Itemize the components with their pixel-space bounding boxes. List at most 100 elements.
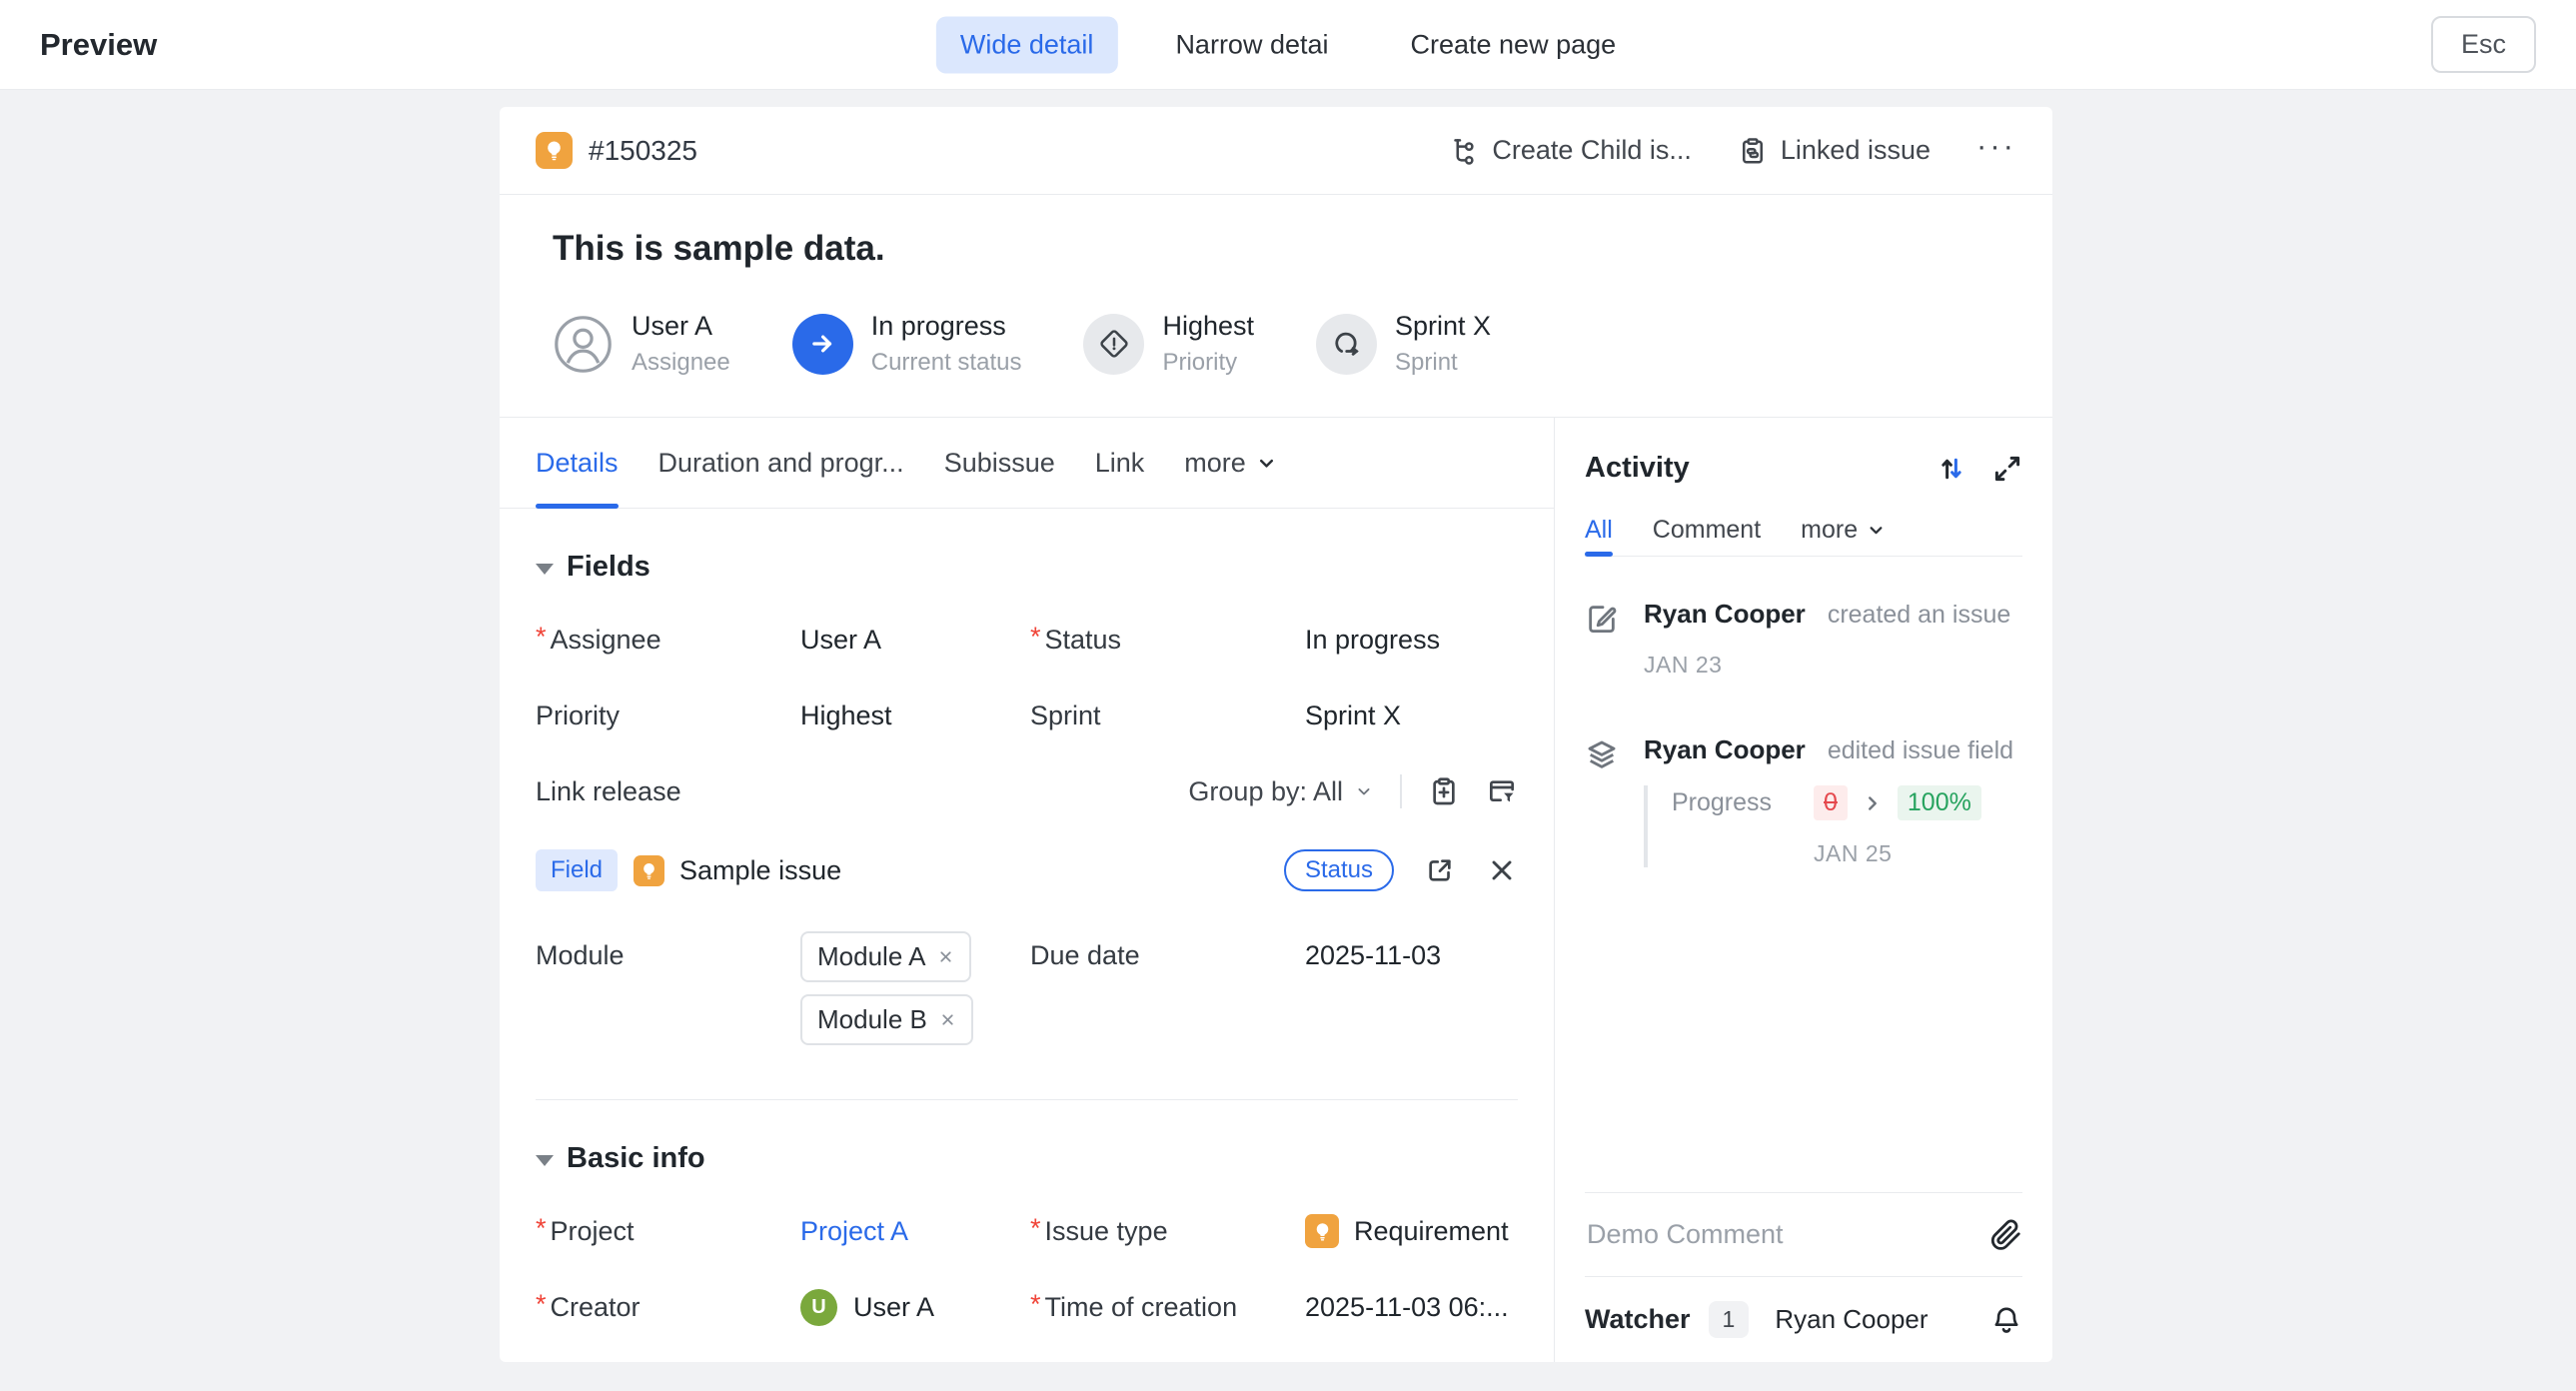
change-old-value: 0 — [1814, 785, 1848, 820]
expand-panel-icon[interactable] — [1992, 454, 2022, 484]
linked-issue-button[interactable]: Linked issue — [1738, 135, 1931, 166]
row-project-issuetype: * Project Project A * Issue type Require… — [536, 1211, 1518, 1251]
more-actions-button[interactable]: ··· — [1976, 130, 2016, 171]
required-asterisk: * — [536, 1288, 547, 1319]
bell-icon[interactable] — [1990, 1304, 2022, 1336]
summary-priority[interactable]: Highest Priority — [1083, 311, 1254, 377]
summary-assignee[interactable]: User A Assignee — [553, 311, 730, 377]
tab-more-label: more — [1184, 447, 1246, 478]
create-child-issue-button[interactable]: Create Child is... — [1449, 135, 1692, 166]
fields-section-title: Fields — [567, 551, 650, 583]
tab-duration-and-progress[interactable]: Duration and progr... — [658, 418, 904, 508]
field-row-module-duedate: Module Module A Module B Due date 2025-1… — [536, 931, 1518, 1045]
issue-header-actions: Create Child is... Linked issue ··· — [1449, 130, 2016, 171]
detail-tabs: Details Duration and progr... Subissue L… — [500, 418, 1554, 509]
comment-input[interactable] — [1585, 1218, 1970, 1251]
required-asterisk: * — [1030, 1212, 1041, 1243]
summary-sprint[interactable]: Sprint X Sprint — [1316, 311, 1491, 377]
sprint-field-value[interactable]: Sprint X — [1305, 700, 1518, 731]
required-asterisk: * — [1030, 621, 1041, 652]
activity-tab-all[interactable]: All — [1585, 505, 1613, 557]
tab-more[interactable]: more — [1184, 418, 1278, 508]
module-field-label: Module — [536, 940, 625, 970]
remove-tag-icon[interactable] — [939, 1011, 956, 1028]
summary-sprint-label: Sprint — [1395, 349, 1458, 376]
esc-button[interactable]: Esc — [2430, 16, 2536, 73]
edit-square-icon — [1585, 602, 1619, 636]
activity-user: Ryan Cooper — [1644, 599, 1806, 629]
create-child-label: Create Child is... — [1492, 135, 1692, 165]
due-date-value[interactable]: 2025-11-03 — [1305, 931, 1518, 971]
activity-tab-more-label: more — [1801, 516, 1859, 544]
row-creator-time: * Creator U User A * Time of creation 2025… — [536, 1287, 1518, 1327]
summary-priority-label: Priority — [1162, 349, 1238, 376]
card-body: Details Duration and progr... Subissue L… — [500, 417, 2052, 1362]
summary-assignee-value: User A — [632, 311, 713, 341]
activity-panel: Activity All Comment more Ryan Cooper cr… — [1555, 418, 2052, 1362]
issue-type-text: Requirement — [1354, 1215, 1509, 1246]
summary-status[interactable]: In progress Current status — [791, 311, 1022, 377]
issue-id: #150325 — [589, 134, 698, 166]
remove-tag-icon[interactable] — [937, 948, 954, 965]
module-tags: Module A Module B — [800, 931, 1030, 1045]
activity-spacer — [1585, 867, 2022, 1192]
chevron-right-icon — [1862, 792, 1884, 814]
chevron-down-icon — [1358, 788, 1370, 795]
remove-linked-item-icon[interactable] — [1486, 854, 1518, 886]
module-tag-a-label: Module A — [817, 941, 926, 971]
issue-title: This is sample data. — [553, 229, 885, 268]
issue-header: #150325 Create Child is... Linked issue … — [500, 107, 2052, 195]
mode-tab-create-new-page[interactable]: Create new page — [1387, 16, 1641, 73]
tab-link[interactable]: Link — [1095, 418, 1145, 508]
tab-details[interactable]: Details — [536, 418, 619, 509]
issue-type-bulb-icon — [634, 854, 665, 886]
priority-field-label: Priority — [536, 699, 621, 730]
filter-view-button[interactable] — [1486, 775, 1518, 807]
status-field-label: Status — [1044, 624, 1122, 655]
assignee-field-label: Assignee — [550, 624, 661, 655]
assignee-field-value[interactable]: User A — [800, 625, 1030, 656]
collapse-triangle-icon — [536, 563, 554, 575]
activity-tab-more[interactable]: more — [1801, 505, 1887, 556]
creator-name: User A — [853, 1291, 935, 1322]
linked-item-status-badge[interactable]: Status — [1283, 849, 1394, 891]
summary-status-label: Current status — [870, 349, 1022, 376]
issue-summary-row: User A Assignee In progress Current stat… — [553, 311, 2016, 417]
chevron-down-icon — [1870, 527, 1883, 535]
sprint-field-label: Sprint — [1030, 699, 1101, 730]
tab-subissue[interactable]: Subissue — [944, 418, 1055, 508]
attach-file-icon[interactable] — [1990, 1219, 2022, 1251]
collapse-triangle-icon — [536, 1154, 554, 1166]
issue-detail-card: #150325 Create Child is... Linked issue … — [500, 107, 2052, 1362]
sprint-icon — [1316, 313, 1378, 375]
fields-section-header[interactable]: Fields — [536, 551, 1518, 584]
topbar: Preview Wide detail Narrow detai Create … — [0, 0, 2576, 90]
linked-issue-label: Linked issue — [1780, 135, 1932, 165]
activity-feed: Ryan Cooper created an issue JAN 23 Ryan… — [1585, 599, 2022, 867]
module-tag-a[interactable]: Module A — [800, 931, 972, 982]
group-by-dropdown[interactable]: Group by: All — [1188, 776, 1374, 807]
basic-info-section-header[interactable]: Basic info — [536, 1142, 1518, 1175]
modal-backdrop: #150325 Create Child is... Linked issue … — [0, 90, 2576, 1391]
changed-field-name: Progress — [1672, 788, 1773, 816]
add-linked-item-button[interactable] — [1428, 775, 1460, 807]
project-value-link[interactable]: Project A — [800, 1216, 1030, 1247]
module-tag-b[interactable]: Module B — [800, 994, 973, 1045]
required-asterisk: * — [536, 621, 547, 652]
required-asterisk: * — [536, 1212, 547, 1243]
priority-field-value[interactable]: Highest — [800, 700, 1030, 731]
mode-tab-wide-detail[interactable]: Wide detail — [935, 16, 1118, 73]
activity-user: Ryan Cooper — [1644, 734, 1806, 764]
divider — [1400, 774, 1402, 808]
open-in-new-icon[interactable] — [1424, 854, 1456, 886]
sort-order-icon[interactable] — [1936, 454, 1966, 484]
mode-tab-narrow-detail[interactable]: Narrow detai — [1151, 16, 1352, 73]
project-label: Project — [550, 1215, 635, 1246]
create-child-icon — [1449, 136, 1479, 166]
summary-sprint-value: Sprint X — [1395, 311, 1492, 341]
summary-status-value: In progress — [870, 311, 1006, 341]
status-field-value[interactable]: In progress — [1305, 625, 1518, 656]
activity-tab-comment[interactable]: Comment — [1653, 505, 1761, 556]
linked-item-title[interactable]: Sample issue — [679, 855, 841, 886]
field-change-block: Progress 0 100% JAN 25 — [1644, 785, 2022, 867]
